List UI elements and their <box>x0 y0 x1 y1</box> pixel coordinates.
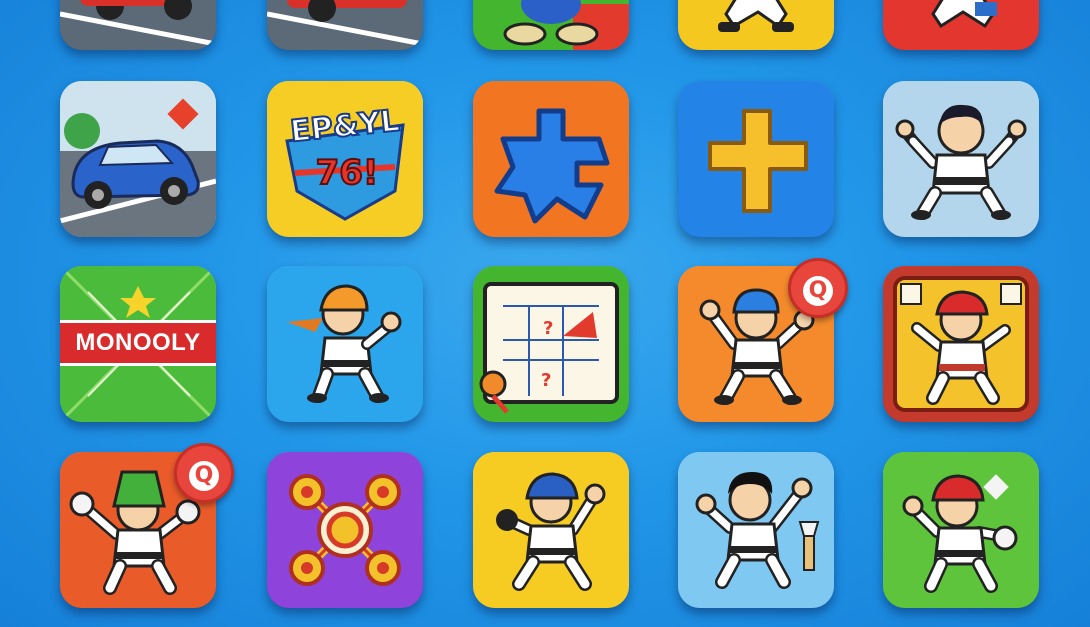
app-car-racing-1[interactable] <box>60 0 216 50</box>
badge-label: Q <box>803 276 833 306</box>
car-icon <box>267 0 423 50</box>
puzzle-icon <box>473 81 629 237</box>
app-red-karate-game[interactable] <box>883 0 1039 50</box>
app-ninja-game[interactable] <box>267 266 423 422</box>
logo-number: 76! <box>315 152 380 194</box>
notification-badge[interactable]: Q <box>788 258 848 318</box>
badge-label: Q <box>189 461 219 491</box>
karate-icon <box>883 266 1039 422</box>
app-icon-grid: EP&YL 76! MONOOLY ? ? Q Q <box>0 0 1090 627</box>
puzzle-icon <box>678 81 834 237</box>
question-mark-icon: ? <box>541 370 551 391</box>
app-blue-puzzle-game[interactable] <box>473 81 629 237</box>
karate-icon <box>678 0 834 50</box>
app-car-racing-2[interactable] <box>267 0 423 50</box>
app-green-character-game[interactable] <box>473 0 629 50</box>
app-karate-kid-game[interactable] <box>883 81 1039 237</box>
character-icon <box>473 0 629 50</box>
monopoly-banner-label: MONOOLY <box>60 320 216 366</box>
karate-icon <box>883 0 1039 50</box>
app-yellow-karate-game[interactable] <box>678 0 834 50</box>
karate-icon <box>678 452 834 608</box>
app-monopoly-game[interactable]: MONOOLY <box>60 266 216 422</box>
karate-icon <box>883 452 1039 608</box>
app-blue-cap-karate-game[interactable] <box>473 452 629 608</box>
question-mark-icon: ? <box>543 318 553 339</box>
app-sky-karate-game[interactable] <box>678 452 834 608</box>
notification-badge[interactable]: Q <box>174 443 234 503</box>
board-icon: ? ? <box>473 266 629 422</box>
orbs-icon <box>267 452 423 608</box>
app-board-puzzle-game[interactable]: ? ? <box>473 266 629 422</box>
app-logo-game[interactable]: EP&YL 76! <box>267 81 423 237</box>
car-icon <box>60 0 216 50</box>
app-framed-karate-game[interactable] <box>883 266 1039 422</box>
karate-icon <box>883 81 1039 237</box>
app-blue-car-game[interactable] <box>60 81 216 237</box>
car-icon <box>60 81 216 237</box>
app-purple-orbs-game[interactable] <box>267 452 423 608</box>
karate-icon <box>473 452 629 608</box>
karate-icon <box>267 266 423 422</box>
app-green-red-hat-karate-game[interactable] <box>883 452 1039 608</box>
app-yellow-puzzle-game[interactable] <box>678 81 834 237</box>
